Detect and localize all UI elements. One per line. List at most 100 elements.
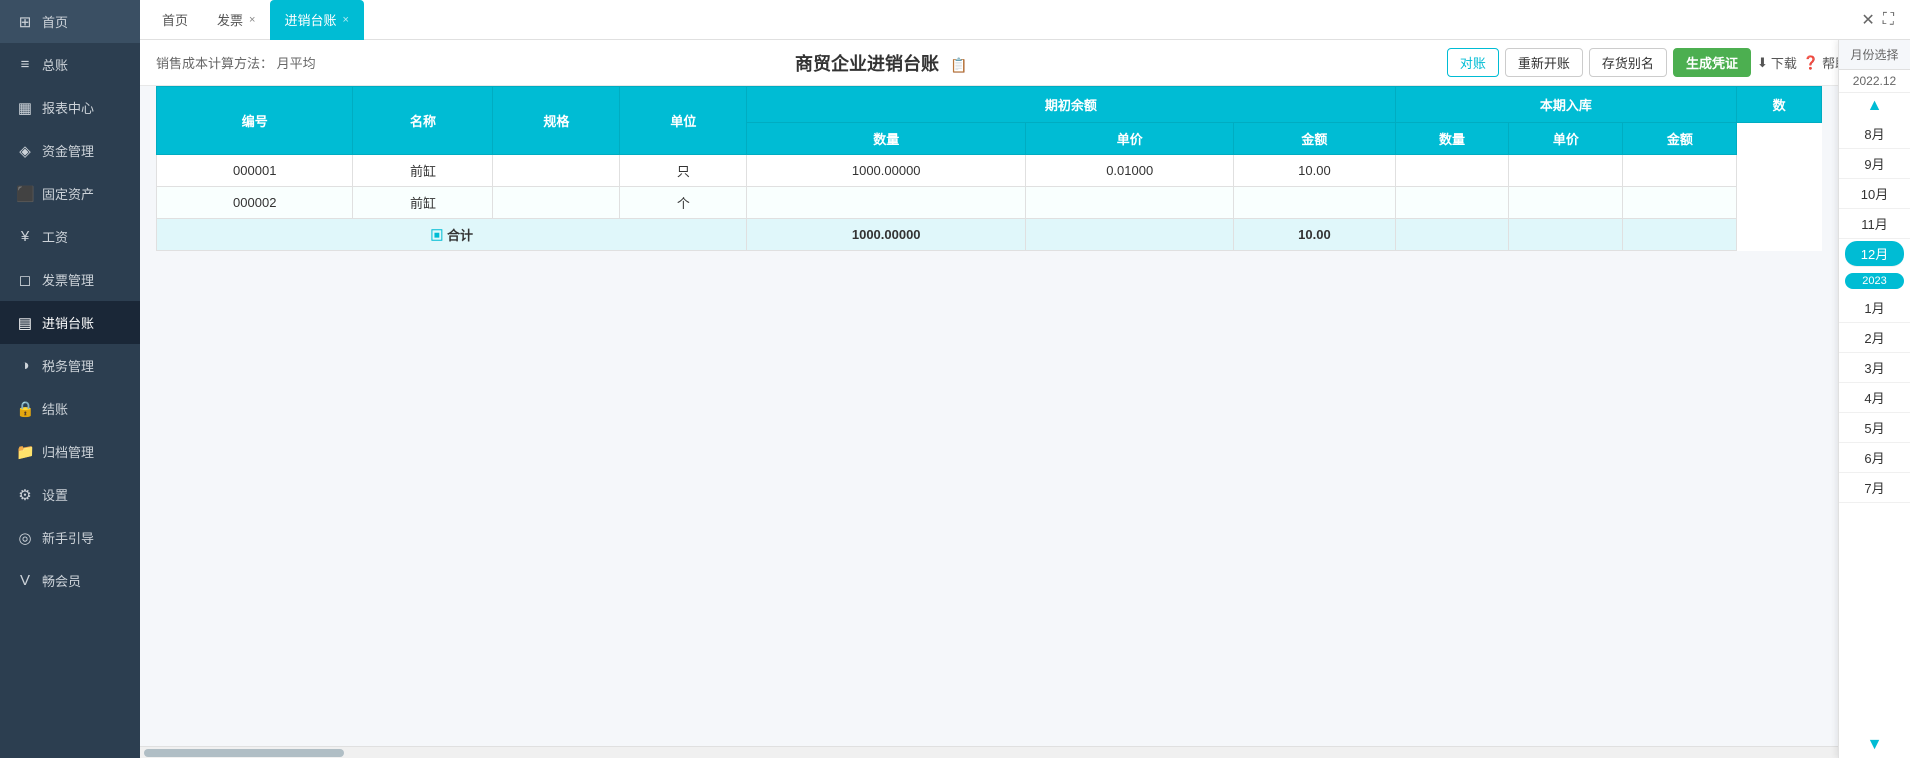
scrollbar-thumb[interactable] xyxy=(144,749,344,757)
tab-invoice-label: 发票 xyxy=(217,10,243,29)
sidebar-item-label: 税务管理 xyxy=(42,356,94,375)
month-item-10[interactable]: 10月 xyxy=(1839,179,1910,209)
download-button[interactable]: ⬇ 下载 xyxy=(1757,53,1797,72)
sidebar-item-assets[interactable]: ⬛ 固定资产 xyxy=(0,172,140,215)
tab-inventory-label: 进销台账 xyxy=(284,10,336,29)
total-incoming-qty xyxy=(1395,219,1509,251)
col-incoming-qty: 数量 xyxy=(1395,123,1509,155)
year-2023-badge: 2023 xyxy=(1845,273,1904,289)
guide-icon: ◎ xyxy=(16,529,34,547)
month-item-12[interactable]: 12月 xyxy=(1845,241,1904,267)
sidebar: ⊞ 首页 ≡ 总账 ▦ 报表中心 ◈ 资金管理 ⬛ 固定资产 ¥ 工资 ◻ 发票… xyxy=(0,0,140,758)
download-icon: ⬇ xyxy=(1757,55,1768,71)
cell-incoming-qty xyxy=(1395,187,1509,219)
cell-opening-qty xyxy=(747,187,1026,219)
cell-opening-amount: 10.00 xyxy=(1234,155,1395,187)
cell-opening-price: 0.01000 xyxy=(1026,155,1234,187)
generate-voucher-button[interactable]: 生成凭证 xyxy=(1673,48,1751,77)
cell-incoming-amount xyxy=(1623,187,1737,219)
cell-incoming-qty xyxy=(1395,155,1509,187)
cost-method-info: 销售成本计算方法： 月平均 xyxy=(156,53,316,72)
month-item-2023-3[interactable]: 3月 xyxy=(1839,353,1910,383)
cell-number: 000002 xyxy=(157,187,353,219)
total-label-cell: ▣ 合计 xyxy=(157,219,747,251)
tab-invoice-close[interactable]: × xyxy=(249,14,255,26)
total-incoming-amount xyxy=(1623,219,1737,251)
table-row: 000002 前缸 个 xyxy=(157,187,1822,219)
total-label: 合计 xyxy=(447,228,473,243)
cell-opening-amount xyxy=(1234,187,1395,219)
sidebar-item-reports[interactable]: ▦ 报表中心 xyxy=(0,86,140,129)
col-spec: 规格 xyxy=(493,87,620,155)
month-item-2023-1[interactable]: 1月 xyxy=(1839,293,1910,323)
col-unit: 单位 xyxy=(620,87,747,155)
reconcile-button[interactable]: 对账 xyxy=(1447,48,1499,77)
month-item-9[interactable]: 9月 xyxy=(1839,149,1910,179)
settings-icon: ⚙ xyxy=(16,486,34,504)
sidebar-item-guide[interactable]: ◎ 新手引导 xyxy=(0,516,140,559)
sidebar-item-label: 首页 xyxy=(42,12,68,31)
vip-icon: V xyxy=(16,572,34,589)
help-icon: ❓ xyxy=(1803,55,1819,71)
sidebar-item-vip[interactable]: V 畅会员 xyxy=(0,559,140,602)
total-row: ▣ 合计 1000.00000 10.00 xyxy=(157,219,1822,251)
sidebar-item-label: 工资 xyxy=(42,227,68,246)
inventory-icon: ▤ xyxy=(16,314,34,332)
save-alias-button[interactable]: 存货别名 xyxy=(1589,48,1667,77)
invoice-mgmt-icon: ◻ xyxy=(16,271,34,289)
sidebar-item-label: 进销台账 xyxy=(42,313,94,332)
sidebar-item-tax[interactable]: ◑ 税务管理 xyxy=(0,344,140,387)
sidebar-item-archive[interactable]: 📁 归档管理 xyxy=(0,430,140,473)
cell-number: 000001 xyxy=(157,155,353,187)
cell-spec xyxy=(493,155,620,187)
sidebar-item-label: 新手引导 xyxy=(42,528,94,547)
table-container: 编号 名称 规格 单位 期初余额 本期入库 数 数量 单价 金额 数量 单价 xyxy=(140,86,1910,746)
month-item-11[interactable]: 11月 xyxy=(1839,209,1910,239)
col-opening-amount: 金额 xyxy=(1234,123,1395,155)
sidebar-item-label: 资金管理 xyxy=(42,141,94,160)
total-opening-amount: 10.00 xyxy=(1234,219,1395,251)
tab-inventory-close[interactable]: × xyxy=(342,14,348,26)
month-item-2023-6[interactable]: 6月 xyxy=(1839,443,1910,473)
cell-name: 前缸 xyxy=(353,187,493,219)
horizontal-scrollbar[interactable] xyxy=(140,746,1910,758)
cell-name: 前缸 xyxy=(353,155,493,187)
col-incoming-price: 单价 xyxy=(1509,123,1623,155)
month-item-2023-5[interactable]: 5月 xyxy=(1839,413,1910,443)
month-item-2023-2[interactable]: 2月 xyxy=(1839,323,1910,353)
month-item-2023-4[interactable]: 4月 xyxy=(1839,383,1910,413)
sidebar-item-closing[interactable]: 🔒 结账 xyxy=(0,387,140,430)
tab-home-label: 首页 xyxy=(162,10,188,29)
reopen-button[interactable]: 重新开账 xyxy=(1505,48,1583,77)
month-scroll-down[interactable]: ▼ xyxy=(1839,732,1910,758)
col-number: 编号 xyxy=(157,87,353,155)
expand-window-button[interactable]: ⛶ xyxy=(1883,11,1894,29)
sidebar-item-funds[interactable]: ◈ 资金管理 xyxy=(0,129,140,172)
col-opening-qty: 数量 xyxy=(747,123,1026,155)
sidebar-item-settings[interactable]: ⚙ 设置 xyxy=(0,473,140,516)
table-header-top: 编号 名称 规格 单位 期初余额 本期入库 数 xyxy=(157,87,1822,123)
sidebar-item-ledger[interactable]: ≡ 总账 xyxy=(0,43,140,86)
total-incoming-price xyxy=(1509,219,1623,251)
sidebar-item-inventory[interactable]: ▤ 进销台账 xyxy=(0,301,140,344)
tab-inventory[interactable]: 进销台账 × xyxy=(270,0,363,40)
month-scroll-up[interactable]: ▲ xyxy=(1839,93,1910,119)
sidebar-item-label: 总账 xyxy=(42,55,68,74)
sidebar-item-invoice-mgmt[interactable]: ◻ 发票管理 xyxy=(0,258,140,301)
tab-bar: 首页 发票 × 进销台账 × ✕ ⛶ xyxy=(140,0,1910,40)
payroll-icon: ¥ xyxy=(16,228,34,245)
month-item-8[interactable]: 8月 xyxy=(1839,119,1910,149)
cost-method-value: 月平均 xyxy=(277,56,316,71)
funds-icon: ◈ xyxy=(16,142,34,160)
tab-invoice[interactable]: 发票 × xyxy=(203,0,270,40)
month-item-2023-7[interactable]: 7月 xyxy=(1839,473,1910,503)
table-row: 000001 前缸 只 1000.00000 0.01000 10.00 xyxy=(157,155,1822,187)
tab-home[interactable]: 首页 xyxy=(148,0,203,40)
sidebar-item-home[interactable]: ⊞ 首页 xyxy=(0,0,140,43)
toolbar-buttons: 对账 重新开账 存货别名 生成凭证 ⬇ 下载 ❓ 帮助 ↻ 刷新 xyxy=(1447,48,1894,77)
cell-unit: 个 xyxy=(620,187,747,219)
sidebar-item-payroll[interactable]: ¥ 工资 xyxy=(0,215,140,258)
close-window-button[interactable]: ✕ xyxy=(1861,10,1874,30)
sidebar-item-label: 发票管理 xyxy=(42,270,94,289)
total-icon: ▣ xyxy=(430,228,443,243)
